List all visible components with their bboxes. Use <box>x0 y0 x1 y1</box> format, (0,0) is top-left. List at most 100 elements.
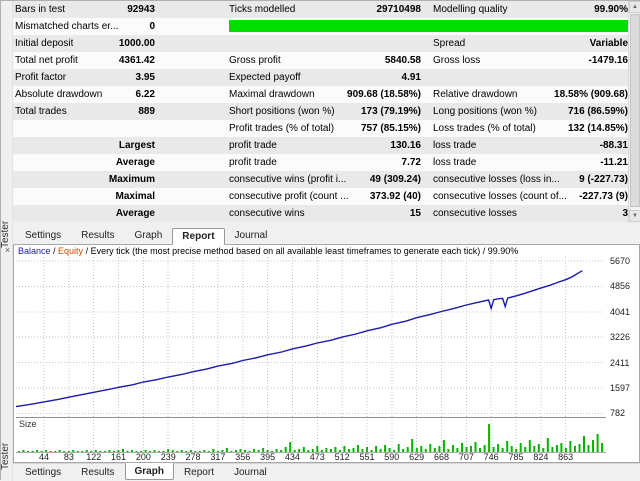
x-tick-label: 629 <box>409 452 425 462</box>
report-label: Expected payoff <box>229 72 301 83</box>
report-label: Initial deposit <box>15 38 74 49</box>
report-label: Long positions (won %) <box>433 106 537 117</box>
tab-graph[interactable]: Graph <box>125 227 173 244</box>
report-value: 99.90% <box>594 4 628 15</box>
tester-vertical-title: Tester <box>0 442 11 470</box>
report-value: Maximum <box>108 174 155 185</box>
report-value: 889 <box>138 106 155 117</box>
report-value: 29710498 <box>376 4 422 15</box>
report-label: Total trades <box>15 106 67 117</box>
report-label: profit trade <box>229 140 277 151</box>
tab-report[interactable]: Report <box>174 464 224 481</box>
x-tick-label: 551 <box>359 452 375 462</box>
report-value: 49 (309.24) <box>369 174 421 185</box>
report-value: 7.72 <box>401 157 421 168</box>
x-tick-label: 200 <box>135 452 151 462</box>
x-tick-label: 785 <box>508 452 524 462</box>
report-row: Average profit trade 7.72 loss trade -11.21 <box>13 154 628 171</box>
y-tick-label: 3226 <box>610 332 631 343</box>
report-label: loss trade <box>433 157 477 168</box>
tab-journal[interactable]: Journal <box>224 464 277 481</box>
report-table: Bars in test 92943 Ticks modelled 29710498 M… <box>13 1 634 222</box>
report-value: 4361.42 <box>118 55 155 66</box>
report-label: Bars in test <box>15 4 66 15</box>
legend-description: / Every tick (the most precise method ba… <box>83 246 519 256</box>
scroll-down-icon[interactable]: ▼ <box>629 210 640 222</box>
tab-journal[interactable]: Journal <box>225 227 278 244</box>
x-tick-label: 239 <box>160 452 176 462</box>
tester-caption-strip: × Tester Tester <box>0 1 13 481</box>
report-label: Profit factor <box>15 72 67 83</box>
report-value: Average <box>115 208 155 219</box>
report-value: 5840.58 <box>384 55 421 66</box>
report-label: consecutive losses (count of... <box>433 191 567 202</box>
scrollbar-thumb[interactable] <box>630 14 640 207</box>
report-value: 9 (-227.73) <box>579 174 628 185</box>
x-tick-label: 590 <box>384 452 400 462</box>
legend-separator: / <box>50 246 59 256</box>
x-tick-label: 707 <box>458 452 474 462</box>
report-label: Mismatched charts er... <box>15 21 119 32</box>
report-label: Absolute drawdown <box>15 89 103 100</box>
report-value: Variable <box>589 38 628 49</box>
report-label: Short positions (won %) <box>229 106 335 117</box>
tab-settings[interactable]: Settings <box>15 464 71 481</box>
report-label: consecutive losses (loss in... <box>433 174 560 185</box>
report-label: loss trade <box>433 140 477 151</box>
x-tick-label: 278 <box>185 452 201 462</box>
report-label: consecutive profit (count ... <box>229 191 349 202</box>
report-value: 130.16 <box>390 140 421 151</box>
x-tick-label: 746 <box>483 452 499 462</box>
report-row: Largest profit trade 130.16 loss trade -88.3… <box>13 137 628 154</box>
report-value: 1000.00 <box>118 38 155 49</box>
graph-panel: Balance / Equity / Every tick (the most … <box>13 244 640 463</box>
report-row: Absolute drawdown 6.22 Maximal drawdown 909… <box>13 86 628 103</box>
balance-chart <box>16 257 604 417</box>
report-label: Gross profit <box>229 55 281 66</box>
report-value: 909.68 (18.58%) <box>347 89 421 100</box>
size-chart <box>16 417 606 453</box>
report-value: 132 (14.85%) <box>567 123 628 134</box>
report-value: 6.22 <box>135 89 155 100</box>
scroll-up-icon[interactable]: ▲ <box>629 1 640 13</box>
report-row: Mismatched charts er... 0 <box>13 18 634 35</box>
tab-graph[interactable]: Graph <box>124 463 174 480</box>
x-tick-label: 44 <box>39 452 50 462</box>
report-label: Relative drawdown <box>433 89 518 100</box>
report-row: Total trades 889 Short positions (won %) 17… <box>13 103 628 120</box>
tab-report[interactable]: Report <box>172 228 225 245</box>
x-tick-label: 161 <box>111 452 127 462</box>
report-row: Profit factor 3.95 Expected payoff 4.91 <box>13 69 628 86</box>
tab-results[interactable]: Results <box>71 227 124 244</box>
report-value: Average <box>115 157 155 168</box>
report-value: 4.91 <box>401 72 421 83</box>
legend-balance: Balance <box>18 246 51 256</box>
y-tick-label: 2411 <box>610 357 630 368</box>
y-tick-label: 5670 <box>610 256 631 266</box>
x-tick-label: 512 <box>334 452 350 462</box>
tab-settings[interactable]: Settings <box>15 227 71 244</box>
report-label: Loss trades (% of total) <box>433 123 536 134</box>
size-axis-label: Size <box>19 419 37 429</box>
report-label: consecutive wins <box>229 208 305 219</box>
report-value: Largest <box>118 140 155 151</box>
report-value: 92943 <box>127 4 155 15</box>
report-value: -88.31 <box>599 140 628 151</box>
tab-results[interactable]: Results <box>71 464 124 481</box>
x-tick-label: 356 <box>235 452 251 462</box>
report-value: 716 (86.59%) <box>567 106 628 117</box>
x-tick-label: 434 <box>284 452 300 462</box>
report-value: 373.92 (40) <box>369 191 421 202</box>
report-value: 0 <box>149 21 155 32</box>
report-label: Total net profit <box>15 55 78 66</box>
x-tick-label: 668 <box>433 452 449 462</box>
report-scrollbar[interactable]: ▲ ▼ <box>628 1 640 222</box>
x-tick-label: 122 <box>86 452 102 462</box>
y-tick-label: 782 <box>610 408 626 419</box>
y-tick-label: 1597 <box>610 382 631 393</box>
x-tick-label: 824 <box>533 452 549 462</box>
report-label: profit trade <box>229 157 277 168</box>
report-value: -227.73 (9) <box>579 191 628 202</box>
report-row: Total net profit 4361.42 Gross profit 5840.… <box>13 52 628 69</box>
y-tick-label: 4856 <box>610 281 631 292</box>
